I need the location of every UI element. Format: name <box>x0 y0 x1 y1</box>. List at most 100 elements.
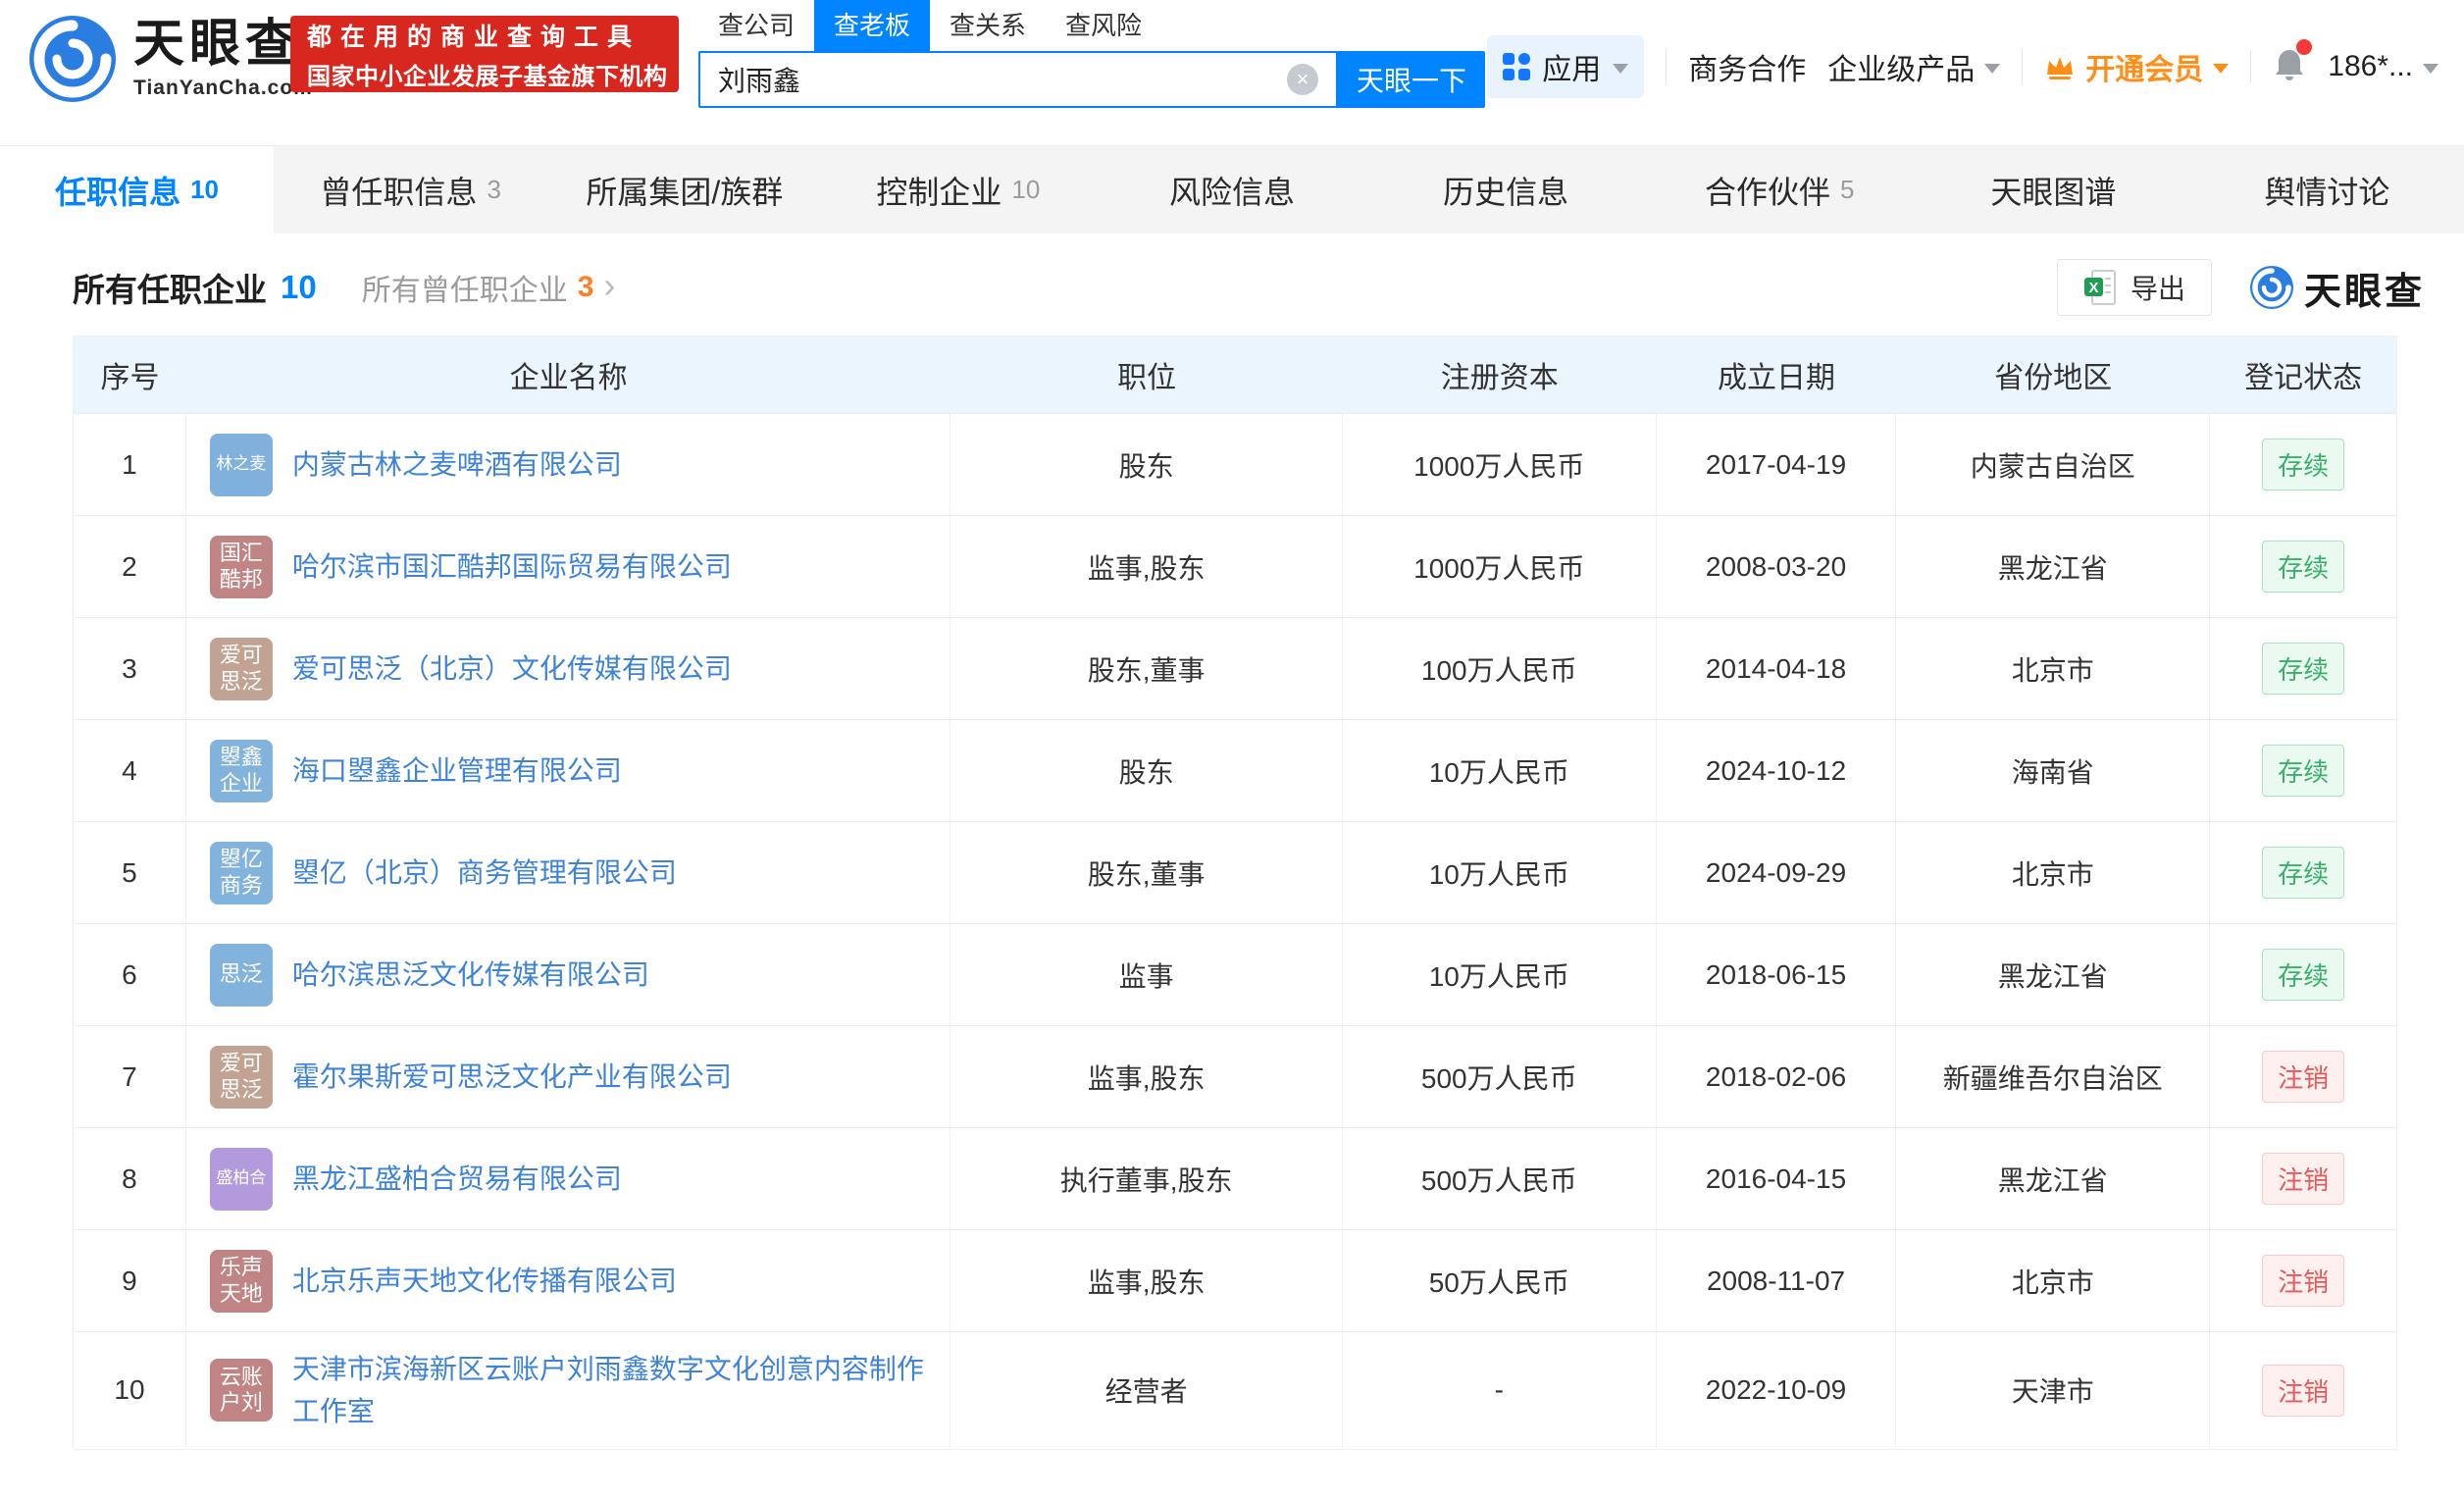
former-positions-link[interactable]: 所有曾任职企业 3 › <box>362 266 616 309</box>
cell-status: 注销 <box>2210 1332 2396 1449</box>
cell-capital: 10万人民币 <box>1343 924 1657 1025</box>
cell-established-date: 2018-06-15 <box>1657 924 1897 1025</box>
business-cooperation-link[interactable]: 商务合作 <box>1688 45 1806 88</box>
search-tab[interactable]: 查老板 <box>814 0 931 51</box>
cell-status: 存续 <box>2210 414 2396 515</box>
company-name-link[interactable]: 海口曌鑫企业管理有限公司 <box>292 750 622 792</box>
nav-tab-count: 10 <box>1011 175 1041 204</box>
company-logo[interactable]: 林之麦 <box>209 433 273 496</box>
cell-company: 乐声天地 北京乐声天地文化传播有限公司 <box>186 1230 951 1331</box>
cell-company: 思泛 哈尔滨思泛文化传媒有限公司 <box>186 924 951 1025</box>
cell-capital: 1000万人民币 <box>1343 516 1657 617</box>
company-logo[interactable]: 曌亿商务 <box>209 841 273 905</box>
cell-capital: 10万人民币 <box>1343 822 1657 923</box>
company-logo[interactable]: 爱可思泛 <box>209 1045 273 1109</box>
clear-search-icon[interactable]: × <box>1287 64 1318 95</box>
apps-menu-button[interactable]: 应用 <box>1487 35 1645 98</box>
enterprise-product-menu[interactable]: 企业级产品 <box>1827 45 2001 88</box>
nav-tab-label: 控制企业 <box>876 174 1002 210</box>
company-logo[interactable]: 爱可思泛 <box>209 637 273 700</box>
chevron-down-icon <box>1984 64 2001 74</box>
nav-tab-label: 任职信息 <box>55 174 181 210</box>
status-badge: 存续 <box>2262 439 2345 491</box>
brand-logo[interactable]: 天眼查 TianYanCha.com <box>27 14 313 104</box>
detail-nav-tabs: 任职信息 10 曾任职信息 3 所属集团/族群 控制企业 10 风险信息 历史信息 合作伙伴 5 天眼… <box>0 145 2464 233</box>
notification-bell-icon[interactable] <box>2273 38 2313 87</box>
cell-established-date: 2024-09-29 <box>1657 822 1897 923</box>
company-logo[interactable]: 乐声天地 <box>209 1249 273 1313</box>
nav-tab-count: 5 <box>1839 175 1855 204</box>
table-row: 2 国汇酷邦 哈尔滨市国汇酷邦国际贸易有限公司 监事,股东 1000万人民币 2008-0… <box>74 515 2396 617</box>
divider <box>2250 50 2252 83</box>
account-menu[interactable]: 186*... <box>2328 50 2438 83</box>
company-name-link[interactable]: 黑龙江盛柏合贸易有限公司 <box>292 1158 622 1200</box>
company-name-link[interactable]: 内蒙古林之麦啤酒有限公司 <box>292 443 622 486</box>
company-logo[interactable]: 国汇酷邦 <box>209 535 273 598</box>
nav-tab[interactable]: 天眼图谱 <box>1917 146 2190 233</box>
nav-tab[interactable]: 曾任职信息 3 <box>274 146 547 233</box>
export-label: 导出 <box>2130 274 2185 304</box>
cell-region: 黑龙江省 <box>1896 924 2211 1025</box>
search-area: 查公司 查老板 查关系 查风险 刘雨鑫 × 天眼一下 <box>698 0 1485 108</box>
cell-company: 林之麦 内蒙古林之麦啤酒有限公司 <box>186 414 951 515</box>
promo-banner: 都在用的商业查询工具 国家中小企业发展子基金旗下机构 <box>290 16 679 92</box>
search-tabs: 查公司 查老板 查关系 查风险 <box>698 0 1485 51</box>
company-logo[interactable]: 盛柏合 <box>209 1147 273 1211</box>
table-row: 8 盛柏合 黑龙江盛柏合贸易有限公司 执行董事,股东 500万人民币 2016-04-15… <box>74 1127 2396 1229</box>
section-title: 所有任职企业 <box>73 272 267 308</box>
nav-tab-count: 10 <box>190 175 220 204</box>
top-header: 天眼查 TianYanCha.com 都在用的商业查询工具 国家中小企业发展子基… <box>0 0 2464 145</box>
company-name-link[interactable]: 北京乐声天地文化传播有限公司 <box>292 1260 677 1302</box>
search-tab[interactable]: 查关系 <box>930 0 1046 51</box>
search-tab[interactable]: 查风险 <box>1046 0 1161 51</box>
chevron-right-icon: › <box>603 265 616 305</box>
company-logo[interactable]: 思泛 <box>209 943 273 1007</box>
nav-tab[interactable]: 所属集团/族群 <box>547 146 821 233</box>
cell-region: 北京市 <box>1896 618 2211 719</box>
nav-tab[interactable]: 舆情讨论 <box>2190 146 2464 233</box>
company-name-link[interactable]: 哈尔滨市国汇酷邦国际贸易有限公司 <box>292 545 732 588</box>
cell-established-date: 2008-11-07 <box>1657 1230 1897 1331</box>
cell-company: 爱可思泛 爱可思泛（北京）文化传媒有限公司 <box>186 618 951 719</box>
cell-capital: 100万人民币 <box>1343 618 1657 719</box>
search-input[interactable]: 刘雨鑫 × <box>698 51 1338 108</box>
status-badge: 存续 <box>2262 541 2345 593</box>
cell-region: 内蒙古自治区 <box>1896 414 2211 515</box>
nav-tab[interactable]: 合作伙伴 5 <box>1643 146 1917 233</box>
company-name-link[interactable]: 哈尔滨思泛文化传媒有限公司 <box>292 954 649 996</box>
company-name-link[interactable]: 爱可思泛（北京）文化传媒有限公司 <box>292 647 732 690</box>
chevron-down-icon <box>1613 64 1629 74</box>
tianyancha-swirl-icon <box>2249 266 2293 309</box>
cell-position: 监事 <box>950 924 1343 1025</box>
table-body: 1 林之麦 内蒙古林之麦啤酒有限公司 股东 1000万人民币 2017-04-19 内蒙古自… <box>74 413 2396 1449</box>
nav-tab[interactable]: 任职信息 10 <box>0 146 275 233</box>
former-positions-count: 3 <box>577 271 594 303</box>
nav-tab-label: 风险信息 <box>1168 174 1295 210</box>
company-logo[interactable]: 云账户刘 <box>209 1359 273 1422</box>
table-row: 3 爱可思泛 爱可思泛（北京）文化传媒有限公司 股东,董事 100万人民币 2014-04… <box>74 617 2396 719</box>
cell-company: 曌亿商务 曌亿（北京）商务管理有限公司 <box>186 822 951 923</box>
status-badge: 注销 <box>2262 1051 2345 1103</box>
vip-membership-menu[interactable]: 开通会员 <box>2044 45 2230 88</box>
cell-established-date: 2024-10-12 <box>1657 720 1897 821</box>
watermark-text: 天眼查 <box>2303 271 2425 313</box>
divider <box>1666 50 1668 83</box>
banner-line-2: 国家中小企业发展子基金旗下机构 <box>307 63 668 90</box>
nav-tab[interactable]: 历史信息 <box>1369 146 1643 233</box>
export-button[interactable]: X 导出 <box>2056 259 2212 316</box>
column-header: 序号 <box>100 362 160 394</box>
company-logo[interactable]: 曌鑫企业 <box>209 739 273 802</box>
company-name-link[interactable]: 曌亿（北京）商务管理有限公司 <box>292 852 677 894</box>
company-name-link[interactable]: 天津市滨海新区云账户刘雨鑫数字文化创意内容制作工作室 <box>292 1348 926 1433</box>
header-right-menu: 应用 商务合作 企业级产品 开通会员 186*... <box>1487 35 2438 98</box>
cell-seq: 3 <box>74 618 186 719</box>
column-header: 注册资本 <box>1440 362 1559 394</box>
search-tab[interactable]: 查公司 <box>698 0 814 51</box>
nav-tab[interactable]: 控制企业 10 <box>821 146 1095 233</box>
search-button[interactable]: 天眼一下 <box>1338 51 1485 108</box>
nav-tab-label: 曾任职信息 <box>320 174 478 210</box>
company-name-link[interactable]: 霍尔果斯爱可思泛文化产业有限公司 <box>292 1056 732 1098</box>
nav-tab-label: 舆情讨论 <box>2264 174 2390 210</box>
table-row: 9 乐声天地 北京乐声天地文化传播有限公司 监事,股东 50万人民币 2008-11-07… <box>74 1229 2396 1331</box>
nav-tab[interactable]: 风险信息 <box>1095 146 1368 233</box>
